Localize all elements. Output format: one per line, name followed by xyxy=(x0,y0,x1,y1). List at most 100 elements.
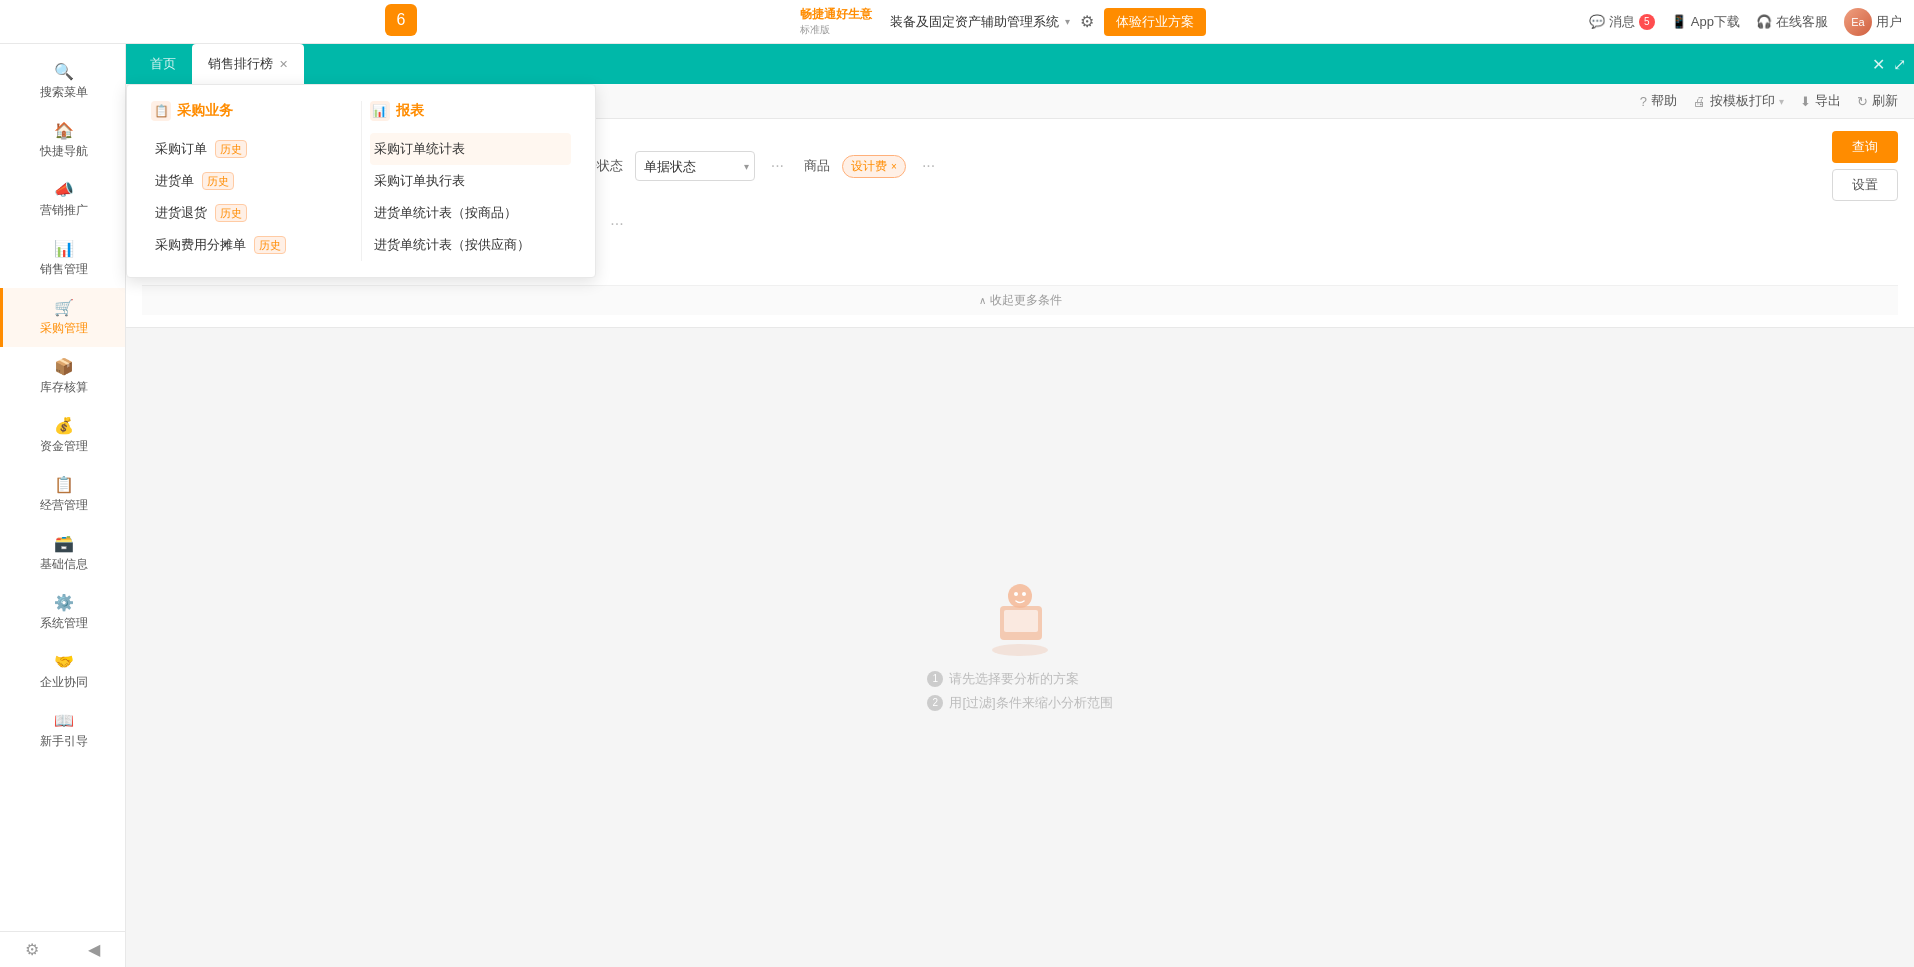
sidebar-item-finance[interactable]: 💰 资金管理 xyxy=(0,406,125,465)
dropdown-item-purchase-order-exec[interactable]: 采购订单执行表 xyxy=(370,165,572,197)
dropdown-item-goods-stats-by-product[interactable]: 进货单统计表（按商品） xyxy=(370,197,572,229)
tab-close-icon[interactable]: ✕ xyxy=(279,58,288,71)
svg-rect-2 xyxy=(1004,610,1038,632)
sidebar-item-basic[interactable]: 🗃️ 基础信息 xyxy=(0,524,125,583)
app-name: 畅捷通好生意 xyxy=(800,6,872,23)
user-btn[interactable]: Ea 用户 xyxy=(1844,8,1902,36)
search-icon: 🔍 xyxy=(54,62,74,81)
purchase-expense-badge: 历史 xyxy=(254,236,286,254)
dropdown-col2-title: 📊 报表 xyxy=(370,101,572,121)
sidebar-item-marketing[interactable]: 📣 营销推广 xyxy=(0,170,125,229)
sidebar-item-quick-nav[interactable]: 🏠 快捷导航 xyxy=(0,111,125,170)
dropdown-item-goods-stats-by-supplier[interactable]: 进货单统计表（按供应商） xyxy=(370,229,572,261)
top-bar-right: 💬 消息 5 📱 App下载 🎧 在线客服 Ea 用户 xyxy=(1589,8,1902,36)
dropdown-col-2: 📊 报表 采购订单统计表 采购订单执行表 进货单统计表（按商品） 进货单统计表（… xyxy=(362,101,580,261)
title-dropdown-arrow: ▾ xyxy=(1065,16,1070,27)
sidebar-item-system[interactable]: ⚙️ 系统管理 xyxy=(0,583,125,642)
operations-icon: 📋 xyxy=(54,475,74,494)
tab-home[interactable]: 首页 xyxy=(134,44,192,84)
sidebar-item-label: 基础信息 xyxy=(40,556,88,573)
hint-num-1: 1 xyxy=(927,671,943,687)
sidebar-item-inventory[interactable]: 📦 库存核算 xyxy=(0,347,125,406)
collapse-filter-btn[interactable]: ∧ 收起更多条件 xyxy=(142,285,1898,315)
export-icon: ⬇ xyxy=(1800,94,1811,109)
empty-state: 1 请先选择要分析的方案 2 用[过滤]条件来缩小分析范围 xyxy=(126,328,1914,967)
sidebar-item-enterprise[interactable]: 🤝 企业协同 xyxy=(0,642,125,701)
purchase-icon: 🛒 xyxy=(54,298,74,317)
tab-close-all-icon[interactable]: ✕ xyxy=(1872,55,1885,74)
online-service-btn[interactable]: 🎧 在线客服 xyxy=(1756,13,1828,31)
hint-text-2: 用[过滤]条件来缩小分析范围 xyxy=(949,694,1112,712)
tab-bar-right: ✕ ⤢ xyxy=(1872,55,1906,74)
goods-tag-close[interactable]: × xyxy=(891,161,897,172)
tab-fullscreen-icon[interactable]: ⤢ xyxy=(1893,55,1906,74)
svg-point-5 xyxy=(1022,592,1026,596)
phone-icon: 📱 xyxy=(1671,14,1687,29)
print-btn[interactable]: 🖨 按模板打印 ▾ xyxy=(1693,92,1784,110)
settings-icon[interactable]: ⚙ xyxy=(1080,12,1094,31)
col1-title-text: 采购业务 xyxy=(177,102,233,120)
dropdown-item-purchase-order[interactable]: 采购订单 历史 xyxy=(151,133,353,165)
sidebar-item-purchase[interactable]: 🛒 采购管理 xyxy=(0,288,125,347)
salesperson-filter-dots: ··· xyxy=(610,215,623,233)
tab-sales-rank[interactable]: 销售排行榜 ✕ xyxy=(192,44,304,84)
dropdown-item-purchase-order-stats[interactable]: 采购订单统计表 xyxy=(370,133,572,165)
inventory-icon: 📦 xyxy=(54,357,74,376)
goods-stats-by-supplier-label: 进货单统计表（按供应商） xyxy=(374,236,530,254)
headset-icon: 🎧 xyxy=(1756,14,1772,29)
title-dropdown[interactable]: 装备及固定资产辅助管理系统 ▾ xyxy=(890,13,1070,31)
message-btn[interactable]: 💬 消息 5 xyxy=(1589,13,1655,31)
dropdown-item-goods-receipt[interactable]: 进货单 历史 xyxy=(151,165,353,197)
print-icon: 🖨 xyxy=(1693,94,1706,109)
sidebar-item-label: 快捷导航 xyxy=(40,143,88,160)
empty-hints: 1 请先选择要分析的方案 2 用[过滤]条件来缩小分析范围 xyxy=(927,670,1112,718)
svg-point-0 xyxy=(992,644,1048,656)
print-dropdown-arrow: ▾ xyxy=(1779,96,1784,107)
collapse-icon: ∧ xyxy=(979,295,986,306)
purchase-dropdown-menu: 📋 采购业务 采购订单 历史 进货单 历史 进货退货 历史 采购费用分摊单 历史… xyxy=(126,84,596,278)
top-bar: 6 畅捷通好生意 标准版 装备及固定资产辅助管理系统 ▾ ⚙ 体验行业方案 💬 … xyxy=(0,0,1914,44)
export-btn[interactable]: ⬇ 导出 xyxy=(1800,92,1841,110)
print-label: 按模板打印 xyxy=(1710,92,1775,110)
online-service-label: 在线客服 xyxy=(1776,13,1828,31)
sidebar-item-operations[interactable]: 📋 经营管理 xyxy=(0,465,125,524)
message-label: 消息 xyxy=(1609,13,1635,31)
sidebar-collapse-btn[interactable]: ◀ xyxy=(88,940,100,959)
sidebar-item-guide[interactable]: 📖 新手引导 xyxy=(0,701,125,760)
sales-icon: 📊 xyxy=(54,239,74,258)
tab-bar: 首页 销售排行榜 ✕ ✕ ⤢ xyxy=(126,44,1914,84)
sidebar-bottom: ⚙ ◀ xyxy=(0,931,125,967)
dropdown-item-purchase-expense[interactable]: 采购费用分摊单 历史 xyxy=(151,229,353,261)
sidebar-item-label: 系统管理 xyxy=(40,615,88,632)
sidebar-item-sales[interactable]: 📊 销售管理 xyxy=(0,229,125,288)
marketing-icon: 📣 xyxy=(54,180,74,199)
export-label: 导出 xyxy=(1815,92,1841,110)
dropdown-item-goods-return[interactable]: 进货退货 历史 xyxy=(151,197,353,229)
app-title: 装备及固定资产辅助管理系统 xyxy=(890,13,1059,31)
goods-filter-dots: ··· xyxy=(922,157,935,175)
collapse-label: 收起更多条件 xyxy=(990,292,1062,309)
filter-settings-btn[interactable]: 设置 xyxy=(1832,169,1898,201)
sidebar-item-label: 企业协同 xyxy=(40,674,88,691)
dropdown-col-1: 📋 采购业务 采购订单 历史 进货单 历史 进货退货 历史 采购费用分摊单 历史 xyxy=(143,101,362,261)
purchase-order-badge: 历史 xyxy=(215,140,247,158)
tab-sales-rank-label: 销售排行榜 xyxy=(208,55,273,73)
help-icon: ? xyxy=(1640,94,1647,109)
industry-btn[interactable]: 体验行业方案 xyxy=(1104,8,1206,36)
app-logo: 6 xyxy=(385,4,417,36)
status-select[interactable]: 单据状态 xyxy=(635,151,755,181)
sidebar-item-search[interactable]: 🔍 搜索菜单 xyxy=(0,52,125,111)
app-download-btn[interactable]: 📱 App下载 xyxy=(1671,13,1740,31)
help-btn[interactable]: ? 帮助 xyxy=(1640,92,1677,110)
goods-stats-by-product-label: 进货单统计表（按商品） xyxy=(374,204,517,222)
status-filter-dots: ··· xyxy=(771,157,784,175)
dropdown-col1-title: 📋 采购业务 xyxy=(151,101,353,121)
help-label: 帮助 xyxy=(1651,92,1677,110)
svg-point-4 xyxy=(1014,592,1018,596)
col2-title-text: 报表 xyxy=(396,102,424,120)
purchase-order-exec-label: 采购订单执行表 xyxy=(374,172,465,190)
sidebar-settings-btn[interactable]: ⚙ xyxy=(25,940,39,959)
refresh-btn[interactable]: ↻ 刷新 xyxy=(1857,92,1898,110)
query-btn[interactable]: 查询 xyxy=(1832,131,1898,163)
refresh-label: 刷新 xyxy=(1872,92,1898,110)
